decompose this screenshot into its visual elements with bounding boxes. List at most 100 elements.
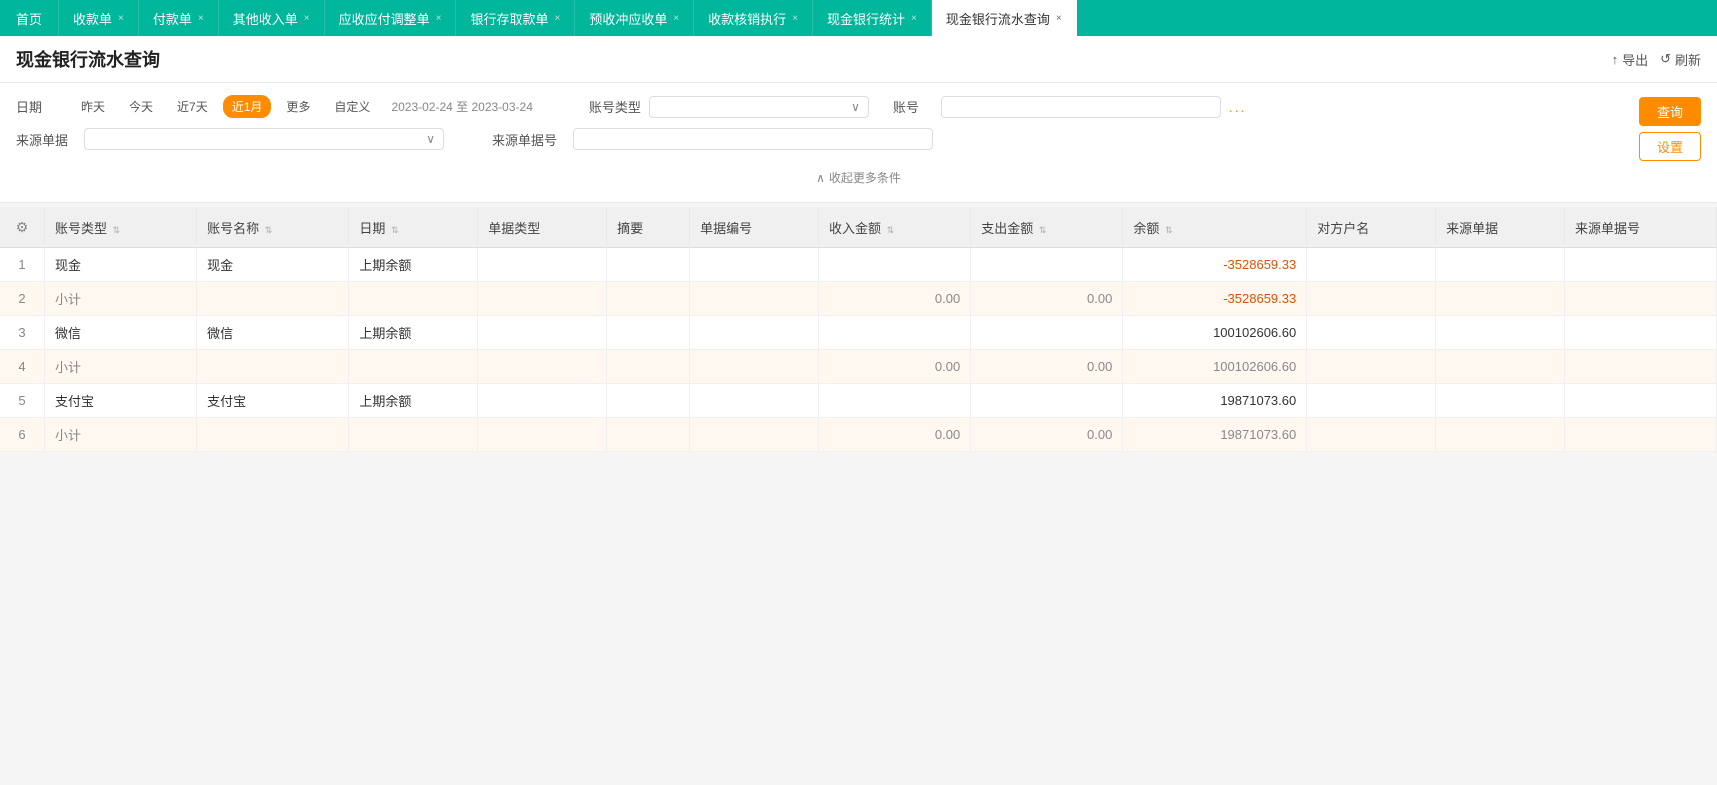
cell-account-name (197, 282, 349, 316)
th-balance[interactable]: 余额 ⇅ (1123, 207, 1307, 248)
nav-home[interactable]: 首页 (0, 0, 59, 36)
account-type-group: 账号类型 ∨ (589, 96, 869, 118)
date-btn-custom[interactable]: 自定义 (325, 95, 379, 118)
cell-source-doc-no (1565, 418, 1717, 452)
date-btn-today[interactable]: 今天 (120, 95, 162, 118)
source-doc-select[interactable]: ∨ (84, 128, 444, 150)
close-icon[interactable]: × (1056, 13, 1062, 24)
collapse-bar[interactable]: ∧ 收起更多条件 (16, 165, 1701, 190)
th-doc-no[interactable]: 单据编号 (690, 207, 819, 248)
setting-button[interactable]: 设置 (1639, 132, 1701, 161)
th-expense[interactable]: 支出金额 ⇅ (971, 207, 1123, 248)
date-btn-more[interactable]: 更多 (277, 95, 319, 118)
cell-summary (607, 248, 690, 282)
cell-account-type: 小计 (45, 418, 197, 452)
date-btn-7days[interactable]: 近7天 (168, 95, 217, 118)
cell-counterparty (1307, 418, 1436, 452)
close-icon[interactable]: × (118, 13, 124, 24)
cell-source-doc (1436, 350, 1565, 384)
table-row[interactable]: 5 支付宝 支付宝 上期余额 19871073.60 (0, 384, 1717, 418)
cell-doc-no (690, 282, 819, 316)
cell-source-doc-no (1565, 384, 1717, 418)
nav-tab-yinhangcunquan[interactable]: 银行存取款单 × (456, 0, 575, 36)
th-income[interactable]: 收入金额 ⇅ (819, 207, 971, 248)
account-input[interactable] (941, 96, 1221, 118)
th-doc-type[interactable]: 单据类型 (478, 207, 607, 248)
date-range-text: 2023-02-24 至 2023-03-24 (391, 98, 532, 115)
source-doc-no-input[interactable] (573, 128, 933, 150)
nav-tab-fukuandan[interactable]: 付款单 × (139, 0, 219, 36)
cell-income: 0.00 (819, 418, 971, 452)
export-button[interactable]: ↑ 导出 (1612, 50, 1649, 69)
close-icon[interactable]: × (911, 13, 917, 24)
query-button[interactable]: 查询 (1639, 97, 1701, 126)
account-label: 账号 (893, 97, 933, 116)
cell-num: 4 (0, 350, 45, 384)
th-source-doc[interactable]: 来源单据 (1436, 207, 1565, 248)
sort-icon: ⇅ (391, 225, 399, 236)
cell-date (349, 282, 478, 316)
nav-tab-xianjinliushui[interactable]: 现金银行流水查询 × (932, 0, 1077, 36)
table-row[interactable]: 3 微信 微信 上期余额 100102606.60 (0, 316, 1717, 350)
cell-num: 6 (0, 418, 45, 452)
nav-tab-qitashouru[interactable]: 其他收入单 × (219, 0, 325, 36)
header-actions: ↑ 导出 ↺ 刷新 (1612, 50, 1701, 69)
cell-account-type: 支付宝 (45, 384, 197, 418)
close-icon[interactable]: × (673, 13, 679, 24)
th-gear[interactable]: ⚙ (0, 207, 45, 248)
cell-counterparty (1307, 282, 1436, 316)
cell-account-type: 小计 (45, 350, 197, 384)
table-row[interactable]: 4 小计 0.00 0.00 100102606.60 (0, 350, 1717, 384)
cell-income (819, 316, 971, 350)
cell-num: 2 (0, 282, 45, 316)
sort-icon: ⇅ (265, 225, 273, 236)
cell-date: 上期余额 (349, 248, 478, 282)
cell-counterparty (1307, 316, 1436, 350)
account-type-label: 账号类型 (589, 97, 641, 116)
th-account-type[interactable]: 账号类型 ⇅ (45, 207, 197, 248)
account-dots-button[interactable]: ... (1229, 99, 1247, 115)
cell-balance: 19871073.60 (1123, 418, 1307, 452)
cell-summary (607, 418, 690, 452)
close-icon[interactable]: × (304, 13, 310, 24)
cell-account-name (197, 350, 349, 384)
close-icon[interactable]: × (554, 13, 560, 24)
cell-balance: 100102606.60 (1123, 350, 1307, 384)
cell-account-type: 小计 (45, 282, 197, 316)
chevron-down-icon: ∨ (426, 132, 435, 146)
top-nav: 首页 收款单 × 付款单 × 其他收入单 × 应收应付调整单 × 银行存取款单 … (0, 0, 1717, 36)
cell-doc-type (478, 350, 607, 384)
th-counterparty[interactable]: 对方户名 (1307, 207, 1436, 248)
table-row[interactable]: 1 现金 现金 上期余额 -3528659.33 (0, 248, 1717, 282)
cell-doc-no (690, 248, 819, 282)
gear-icon[interactable]: ⚙ (10, 215, 34, 239)
date-btn-1month[interactable]: 近1月 (223, 95, 272, 118)
cell-source-doc-no (1565, 282, 1717, 316)
cell-doc-no (690, 418, 819, 452)
table-row[interactable]: 6 小计 0.00 0.00 19871073.60 (0, 418, 1717, 452)
th-date[interactable]: 日期 ⇅ (349, 207, 478, 248)
table-row[interactable]: 2 小计 0.00 0.00 -3528659.33 (0, 282, 1717, 316)
refresh-icon: ↺ (1660, 51, 1671, 67)
cell-expense (971, 384, 1123, 418)
nav-tab-xianjintongji[interactable]: 现金银行统计 × (813, 0, 932, 36)
refresh-button[interactable]: ↺ 刷新 (1660, 50, 1701, 69)
cell-expense: 0.00 (971, 350, 1123, 384)
close-icon[interactable]: × (436, 13, 442, 24)
account-type-select[interactable]: ∨ (649, 96, 869, 118)
th-account-name[interactable]: 账号名称 ⇅ (197, 207, 349, 248)
nav-tab-yushou[interactable]: 预收冲应收单 × (575, 0, 694, 36)
close-icon[interactable]: × (792, 13, 798, 24)
nav-tab-shoukuandan[interactable]: 收款单 × (59, 0, 139, 36)
cell-source-doc (1436, 316, 1565, 350)
th-source-doc-no[interactable]: 来源单据号 (1565, 207, 1717, 248)
cell-counterparty (1307, 384, 1436, 418)
close-icon[interactable]: × (198, 13, 204, 24)
date-options: 昨天 今天 近7天 近1月 更多 自定义 2023-02-24 至 2023-0… (72, 95, 533, 118)
nav-tab-yingshoutiaozheng[interactable]: 应收应付调整单 × (325, 0, 457, 36)
nav-tab-shoukuanhexiao[interactable]: 收款核销执行 × (694, 0, 813, 36)
cell-num: 1 (0, 248, 45, 282)
date-btn-yesterday[interactable]: 昨天 (72, 95, 114, 118)
th-summary[interactable]: 摘要 (607, 207, 690, 248)
filter-row-source: 来源单据 ∨ 来源单据号 (16, 128, 1623, 150)
